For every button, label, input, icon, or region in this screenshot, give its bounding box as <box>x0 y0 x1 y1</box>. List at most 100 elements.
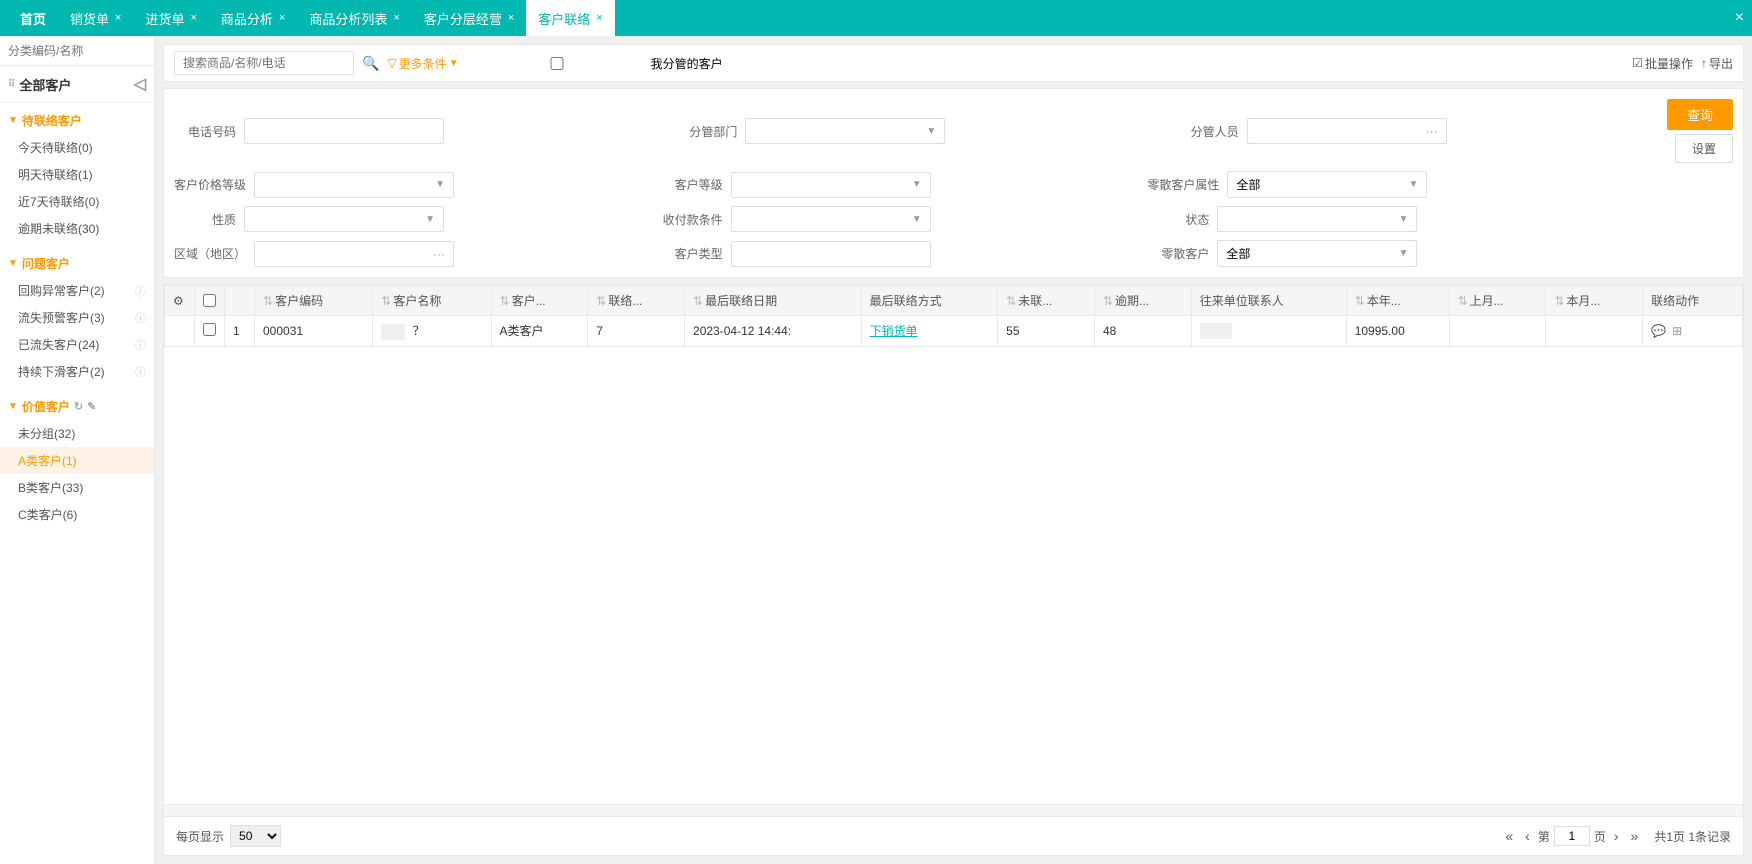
col-last-contact-date[interactable]: ⇅最后联络日期 <box>685 286 862 316</box>
prev-page-button[interactable]: ‹ <box>1521 826 1534 846</box>
phone-input[interactable] <box>244 118 444 144</box>
col-overdue[interactable]: ⇅逾期... <box>1094 286 1191 316</box>
col-customer-code[interactable]: ⇅客户编码 <box>255 286 373 316</box>
settings-gear-icon[interactable]: ⚙ <box>173 294 184 308</box>
sidebar-search-input[interactable] <box>8 44 155 58</box>
contact-method-link[interactable]: 下销货单 <box>870 324 918 338</box>
cell-last-contact-method[interactable]: 下销货单 <box>861 316 998 347</box>
nav-tab-customer-segment[interactable]: 客户分层经营 × <box>412 0 526 36</box>
first-page-button[interactable]: « <box>1501 826 1517 846</box>
cell-this-year: 10995.00 <box>1346 316 1449 347</box>
sort-icon-count: ⇅ <box>596 294 606 308</box>
sidebar-item-churn-warning[interactable]: 流失预警客户(3) ⓘ <box>0 304 154 331</box>
manager-select[interactable]: ··· <box>1247 118 1447 144</box>
sidebar-item-declining-customers[interactable]: 持续下滑客户(2) ⓘ <box>0 358 154 385</box>
cell-index: 1 <box>225 316 255 347</box>
nav-tab-purchase[interactable]: 进货单 × <box>133 0 208 36</box>
nav-tab-analysis-list[interactable]: 商品分析列表 × <box>297 0 411 36</box>
pending-contact-arrow: ▼ <box>8 115 18 126</box>
advanced-filter: 电话号码 分管部门 ▼ 分管人员 ··· <box>163 88 1744 278</box>
sidebar-collapse-icon[interactable]: ◁ <box>134 74 146 94</box>
col-last-contact-method[interactable]: 最后联络方式 <box>861 286 998 316</box>
col-no-contact[interactable]: ⇅未联... <box>998 286 1095 316</box>
dept-select[interactable]: ▼ <box>745 118 945 144</box>
retail-customer-select[interactable]: 全部▼ <box>1217 240 1417 267</box>
sidebar-item-tomorrow-contact[interactable]: 明天待联络(1) <box>0 161 154 188</box>
filter-sep-7 <box>650 241 651 267</box>
col-this-year[interactable]: ⇅本年... <box>1346 286 1449 316</box>
my-customers-check[interactable]: 我分管的客户 <box>467 55 723 72</box>
next-page-button[interactable]: › <box>1610 826 1623 846</box>
sort-icon-name: ⇅ <box>381 294 391 308</box>
my-customers-checkbox[interactable] <box>467 57 647 70</box>
close-customer-contact-tab[interactable]: × <box>596 12 602 24</box>
col-customer-name[interactable]: ⇅客户名称 <box>373 286 491 316</box>
value-edit-icon[interactable]: ✎ <box>87 400 96 413</box>
sort-icon-no-contact: ⇅ <box>1006 294 1016 308</box>
cell-checkbox[interactable] <box>195 316 225 347</box>
payment-select[interactable]: ▼ <box>731 206 931 232</box>
col-this-month[interactable]: ⇅本月... <box>1546 286 1643 316</box>
adv-filter-row-1: 电话号码 分管部门 ▼ 分管人员 ··· <box>174 99 1733 163</box>
batch-operation-button[interactable]: ☑ 批量操作 <box>1632 55 1693 72</box>
col-settings[interactable]: ⚙ <box>165 286 195 316</box>
dept-arrow: ▼ <box>926 126 936 137</box>
value-customers-section: ▼ 价值客户 ↻ ✎ 未分组(32) A类客户(1) B类客户(33) C类客户… <box>0 389 154 532</box>
settings-button[interactable]: 设置 <box>1675 134 1733 163</box>
last-page-button[interactable]: » <box>1627 826 1643 846</box>
query-button[interactable]: 查询 <box>1667 99 1733 130</box>
filter-customer-type: 客户类型 <box>661 241 1127 267</box>
status-select[interactable]: ▼ <box>1217 206 1417 232</box>
close-customer-segment-tab[interactable]: × <box>508 12 514 24</box>
cell-last-contact-date: 2023-04-12 14:44: <box>685 316 862 347</box>
sidebar-item-lost-customers[interactable]: 已流失客户(24) ⓘ <box>0 331 154 358</box>
col-last-month[interactable]: ⇅上月... <box>1449 286 1546 316</box>
customer-type-input[interactable] <box>731 241 931 267</box>
col-contact-count[interactable]: ⇅联络... <box>588 286 685 316</box>
sidebar-item-repurchase-abnormal[interactable]: 回购异常客户(2) ⓘ <box>0 277 154 304</box>
all-customers-label[interactable]: 全部客户 <box>19 75 71 94</box>
sidebar-item-overdue-contact[interactable]: 逾期未联络(30) <box>0 215 154 242</box>
col-customer-type[interactable]: ⇅客户... <box>491 286 588 316</box>
select-all-checkbox[interactable] <box>203 294 216 307</box>
close-purchase-tab[interactable]: × <box>190 12 196 24</box>
nav-home[interactable]: 首页 <box>8 0 58 36</box>
sidebar-item-class-a[interactable]: A类客户(1) <box>0 447 154 474</box>
price-level-select[interactable]: ▼ <box>254 172 454 198</box>
pending-contact-title[interactable]: ▼ 待联络客户 <box>0 107 154 134</box>
close-sales-tab[interactable]: × <box>115 12 121 24</box>
nav-tab-customer-contact[interactable]: 客户联络 × <box>526 0 614 36</box>
retail-attr-select[interactable]: 全部▼ <box>1227 171 1427 198</box>
search-button[interactable]: 🔍 <box>362 55 379 72</box>
close-analysis-tab[interactable]: × <box>279 12 285 24</box>
more-filter-button[interactable]: ▽ 更多条件 ▼ <box>387 55 458 72</box>
qr-icon[interactable]: ⊞ <box>1672 324 1682 338</box>
close-analysis-list-tab[interactable]: × <box>393 12 399 24</box>
chat-icon[interactable]: 💬 <box>1651 324 1666 338</box>
region-select[interactable]: ··· <box>254 241 454 267</box>
sidebar-item-class-b[interactable]: B类客户(33) <box>0 474 154 501</box>
unit-contact-avatar <box>1200 323 1232 339</box>
horizontal-scrollbar[interactable] <box>164 804 1743 816</box>
sort-icon-type: ⇅ <box>500 294 510 308</box>
sidebar-item-class-c[interactable]: C类客户(6) <box>0 501 154 528</box>
close-all-tabs[interactable]: × <box>1735 9 1744 27</box>
page-size-select[interactable]: 50 100 200 <box>230 825 281 847</box>
nav-tab-analysis[interactable]: 商品分析 × <box>209 0 297 36</box>
sidebar-item-today-contact[interactable]: 今天待联络(0) <box>0 134 154 161</box>
nature-select[interactable]: ▼ <box>244 206 444 232</box>
export-button[interactable]: ↑ 导出 <box>1701 55 1733 72</box>
value-customers-title[interactable]: ▼ 价值客户 ↻ ✎ <box>0 393 154 420</box>
col-unit-contacts[interactable]: 往来单位联系人 <box>1191 286 1346 316</box>
problem-customers-title[interactable]: ▼ 问题客户 <box>0 250 154 277</box>
sidebar-item-7day-contact[interactable]: 近7天待联络(0) <box>0 188 154 215</box>
customer-level-select[interactable]: ▼ <box>731 172 931 198</box>
col-checkbox[interactable] <box>195 286 225 316</box>
sidebar-item-unclassified[interactable]: 未分组(32) <box>0 420 154 447</box>
page-number-input[interactable] <box>1554 826 1590 846</box>
search-input[interactable] <box>174 51 354 75</box>
value-refresh-icon[interactable]: ↻ <box>74 400 83 413</box>
main-content: 🔍 ▽ 更多条件 ▼ 我分管的客户 ☑ 批量操作 ↑ 导出 <box>155 36 1752 864</box>
nav-tab-sales[interactable]: 销货单 × <box>58 0 133 36</box>
row-checkbox[interactable] <box>203 323 216 336</box>
